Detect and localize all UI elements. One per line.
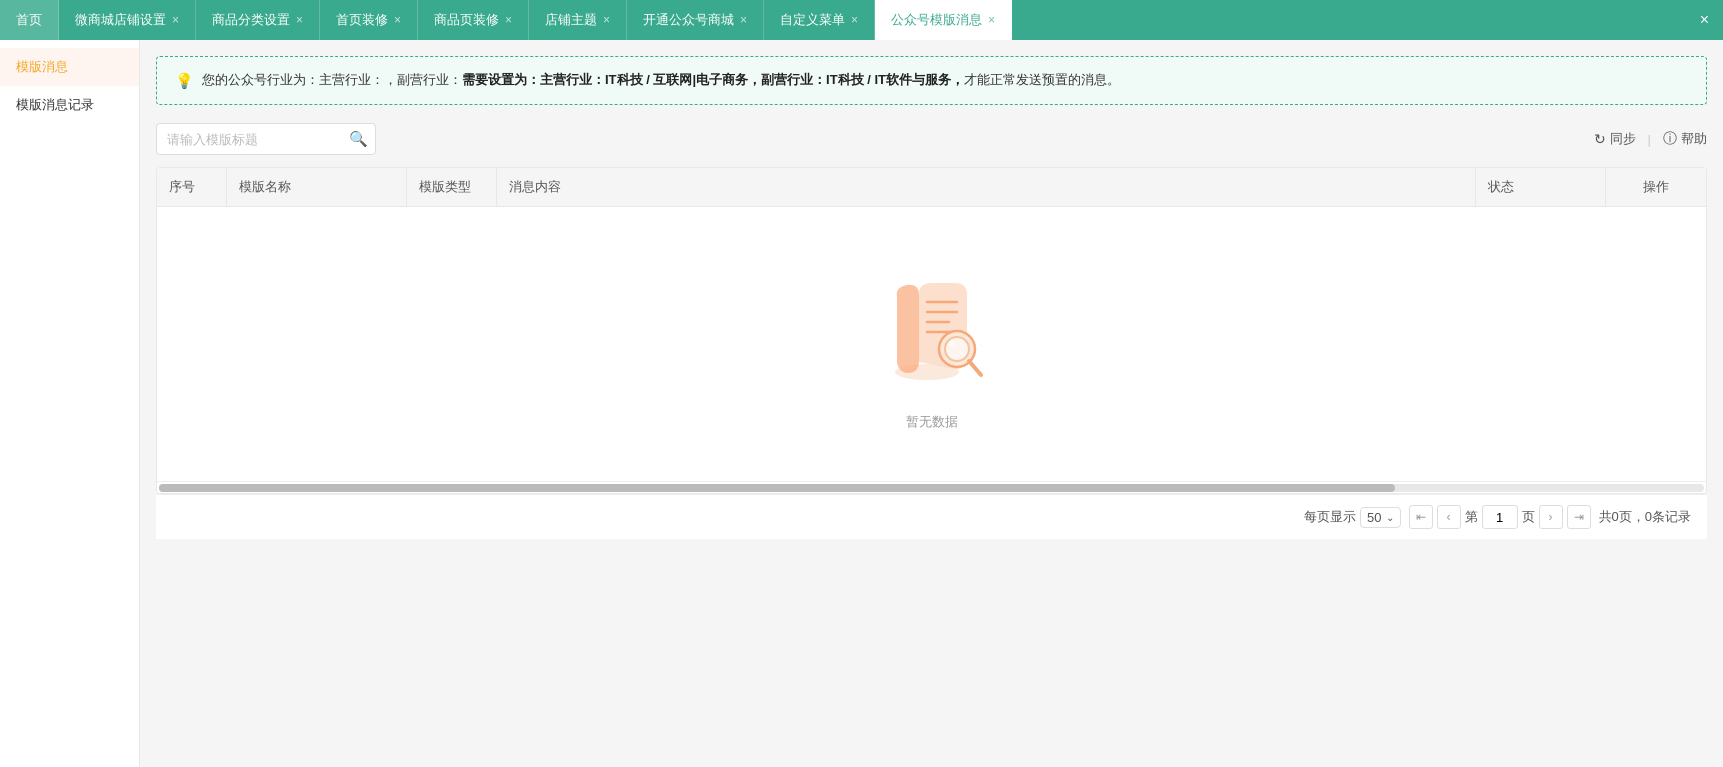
- search-icon[interactable]: 🔍: [349, 130, 368, 148]
- tab-weishop[interactable]: 微商城店铺设置 ×: [59, 0, 196, 40]
- empty-text: 暂无数据: [906, 413, 958, 431]
- empty-illustration: [867, 267, 997, 397]
- scrollbar-track: [159, 484, 1704, 492]
- sync-icon: ↻: [1594, 131, 1606, 147]
- tab-mall-close[interactable]: ×: [740, 14, 747, 26]
- search-input[interactable]: [156, 123, 376, 155]
- tab-category-close[interactable]: ×: [296, 14, 303, 26]
- tab-category-label: 商品分类设置: [212, 11, 290, 29]
- col-header-name: 模版名称: [227, 168, 407, 206]
- col-header-content: 消息内容: [497, 168, 1476, 206]
- tab-homepage-close[interactable]: ×: [394, 14, 401, 26]
- svg-line-7: [969, 361, 981, 375]
- tab-product-label: 商品页装修: [434, 11, 499, 29]
- help-icon: ⓘ: [1663, 130, 1677, 148]
- total-label: 共0页，0条记录: [1599, 508, 1691, 526]
- page-size-selector: 每页显示 50 ⌄: [1304, 507, 1400, 528]
- col-header-seq: 序号: [157, 168, 227, 206]
- sidebar-item-template-msg[interactable]: 模版消息: [0, 48, 139, 86]
- search-input-wrap: 🔍: [156, 123, 376, 155]
- sidebar: 模版消息 模版消息记录: [0, 40, 140, 767]
- tab-home[interactable]: 首页: [0, 0, 59, 40]
- page-size-value: 50: [1367, 510, 1381, 525]
- next-page-button[interactable]: ›: [1539, 505, 1563, 529]
- tab-weishop-close[interactable]: ×: [172, 14, 179, 26]
- data-table: 序号 模版名称 模版类型 消息内容 状态 操作: [156, 167, 1707, 494]
- notice-suffix: 才能正常发送预置的消息。: [964, 72, 1120, 87]
- tab-menu[interactable]: 自定义菜单 ×: [764, 0, 875, 40]
- empty-state: 暂无数据: [157, 207, 1706, 481]
- bulb-icon: 💡: [175, 72, 194, 90]
- toolbar-divider: |: [1648, 132, 1651, 147]
- tab-menu-label: 自定义菜单: [780, 11, 845, 29]
- tab-homepage[interactable]: 首页装修 ×: [320, 0, 418, 40]
- main-layout: 模版消息 模版消息记录 💡 您的公众号行业为：主营行业：，副营行业：需要设置为：…: [0, 40, 1723, 767]
- page-number-input[interactable]: [1482, 505, 1518, 529]
- tab-homepage-label: 首页装修: [336, 11, 388, 29]
- tab-template[interactable]: 公众号模版消息 ×: [875, 0, 1012, 40]
- pagination-row: 每页显示 50 ⌄ ⇤ ‹ 第 页 › ⇥ 共0页，0条记录: [156, 494, 1707, 539]
- page-size-select-box[interactable]: 50 ⌄: [1360, 507, 1400, 528]
- main-content: 💡 您的公众号行业为：主营行业：，副营行业：需要设置为：主营行业：IT科技 / …: [140, 40, 1723, 767]
- tab-theme-label: 店铺主题: [545, 11, 597, 29]
- scrollbar-thumb: [159, 484, 1395, 492]
- page-nav: ⇤ ‹ 第 页 › ⇥: [1409, 505, 1591, 529]
- tab-template-close[interactable]: ×: [988, 14, 995, 26]
- table-header: 序号 模版名称 模版类型 消息内容 状态 操作: [157, 168, 1706, 207]
- page-label: 第: [1465, 508, 1478, 526]
- tab-mall[interactable]: 开通公众号商城 ×: [627, 0, 764, 40]
- horizontal-scrollbar[interactable]: [157, 481, 1706, 493]
- tab-menu-close[interactable]: ×: [851, 14, 858, 26]
- notice-prefix: 您的公众号行业为：主营行业：，副营行业：: [202, 72, 462, 87]
- tab-template-label: 公众号模版消息: [891, 11, 982, 29]
- toolbar-right: ↻ 同步 | ⓘ 帮助: [1594, 130, 1707, 148]
- sidebar-item-template-msg-record-label: 模版消息记录: [16, 97, 94, 112]
- tab-bar: 首页 微商城店铺设置 × 商品分类设置 × 首页装修 × 商品页装修 × 店铺主…: [0, 0, 1723, 40]
- close-all-button[interactable]: ×: [1686, 0, 1723, 40]
- chevron-down-icon: ⌄: [1386, 512, 1394, 523]
- prev-page-button[interactable]: ‹: [1437, 505, 1461, 529]
- col-header-status: 状态: [1476, 168, 1606, 206]
- help-button[interactable]: ⓘ 帮助: [1663, 130, 1707, 148]
- tab-product-close[interactable]: ×: [505, 14, 512, 26]
- svg-point-6: [945, 337, 969, 361]
- col-header-action: 操作: [1606, 168, 1706, 206]
- tab-category[interactable]: 商品分类设置 ×: [196, 0, 320, 40]
- sidebar-item-template-msg-record[interactable]: 模版消息记录: [0, 86, 139, 124]
- tab-home-label: 首页: [16, 11, 42, 29]
- sync-button[interactable]: ↻ 同步: [1594, 130, 1636, 148]
- page-unit-label: 页: [1522, 508, 1535, 526]
- tab-weishop-label: 微商城店铺设置: [75, 11, 166, 29]
- notice-box: 💡 您的公众号行业为：主营行业：，副营行业：需要设置为：主营行业：IT科技 / …: [156, 56, 1707, 105]
- svg-point-8: [949, 341, 955, 347]
- tab-mall-label: 开通公众号商城: [643, 11, 734, 29]
- last-page-button[interactable]: ⇥: [1567, 505, 1591, 529]
- sync-label: 同步: [1610, 130, 1636, 148]
- first-page-button[interactable]: ⇤: [1409, 505, 1433, 529]
- col-header-type: 模版类型: [407, 168, 497, 206]
- sidebar-item-template-msg-label: 模版消息: [16, 59, 68, 74]
- help-label: 帮助: [1681, 130, 1707, 148]
- tab-theme-close[interactable]: ×: [603, 14, 610, 26]
- notice-highlight: 需要设置为：主营行业：IT科技 / 互联网|电子商务，副营行业：IT科技 / I…: [462, 72, 964, 87]
- tab-theme[interactable]: 店铺主题 ×: [529, 0, 627, 40]
- tab-product[interactable]: 商品页装修 ×: [418, 0, 529, 40]
- search-row: 🔍 ↻ 同步 | ⓘ 帮助: [156, 123, 1707, 155]
- empty-svg: [867, 267, 997, 397]
- notice-text: 您的公众号行业为：主营行业：，副营行业：需要设置为：主营行业：IT科技 / 互联…: [202, 71, 1120, 89]
- page-size-label: 每页显示: [1304, 508, 1356, 526]
